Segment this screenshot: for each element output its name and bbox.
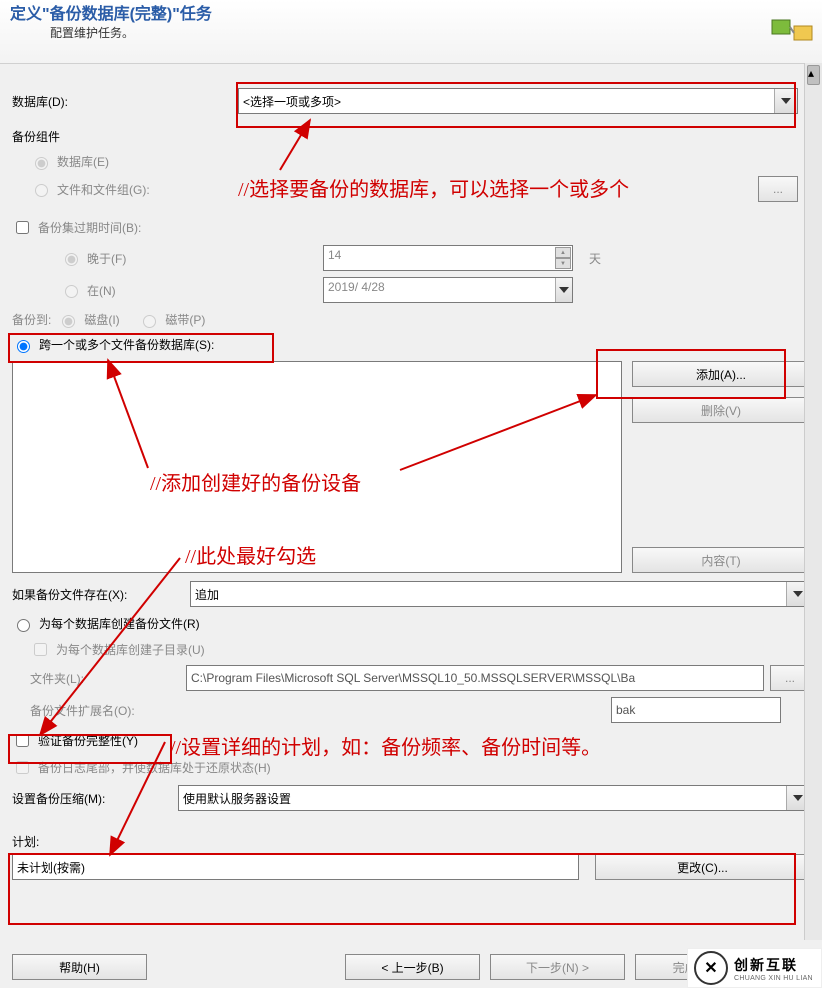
- backup-to-disk-radio: [62, 315, 75, 328]
- next-button: 下一步(N) >: [490, 954, 625, 980]
- ext-field: [611, 697, 781, 723]
- per-db-label: 为每个数据库创建备份文件(R): [39, 615, 200, 632]
- chevron-down-icon: [555, 278, 572, 302]
- component-files-radio: [35, 184, 48, 197]
- brand-text-en: CHUANG XIN HU LIAN: [734, 975, 813, 982]
- component-database-label: 数据库(E): [57, 153, 109, 170]
- per-db-subdir-label: 为每个数据库创建子目录(U): [56, 641, 205, 658]
- contents-button: 内容(T): [632, 547, 810, 573]
- backup-to-disk-label: 磁盘(I): [84, 311, 119, 328]
- brand-text-cn: 创新互联: [734, 955, 813, 975]
- help-button[interactable]: 帮助(H): [12, 954, 147, 980]
- expire-on-date: 2019/ 4/28: [323, 277, 573, 303]
- per-db-subdir-checkbox: [34, 643, 47, 656]
- database-label: 数据库(D):: [12, 93, 232, 110]
- expire-days-field: 14 ▲▼: [323, 245, 573, 271]
- add-button[interactable]: 添加(A)...: [632, 361, 810, 387]
- schedule-field: [12, 854, 579, 880]
- if-exists-select[interactable]: 追加: [190, 581, 810, 607]
- brand-logo-icon: ✕: [694, 951, 728, 985]
- tail-log-checkbox: [16, 761, 29, 774]
- per-db-radio[interactable]: [17, 619, 30, 632]
- back-button[interactable]: < 上一步(B): [345, 954, 480, 980]
- if-exists-label: 如果备份文件存在(X):: [12, 586, 184, 603]
- content-area: 数据库(D): <选择一项或多项> 备份组件 数据库(E) 文件和文件组(G):…: [0, 64, 822, 898]
- wizard-icon: [767, 5, 817, 55]
- page-subtitle: 配置维护任务。: [50, 24, 812, 41]
- change-schedule-button[interactable]: 更改(C)...: [595, 854, 810, 880]
- remove-button: 删除(V): [632, 397, 810, 423]
- verify-checkbox[interactable]: [16, 734, 29, 747]
- expire-on-label: 在(N): [87, 282, 317, 299]
- backup-to-label: 备份到:: [12, 311, 51, 328]
- verify-label: 验证备份完整性(Y): [38, 732, 138, 749]
- backup-component-label: 备份组件: [12, 128, 60, 145]
- ext-label: 备份文件扩展名(O):: [30, 702, 605, 719]
- expire-after-radio: [65, 253, 78, 266]
- across-files-radio[interactable]: [17, 340, 30, 353]
- files-browse-button: ...: [758, 176, 798, 202]
- compression-label: 设置备份压缩(M):: [12, 790, 172, 807]
- backup-files-listbox[interactable]: [12, 361, 622, 573]
- schedule-label: 计划:: [12, 833, 810, 850]
- expiration-label: 备份集过期时间(B):: [38, 219, 141, 236]
- branding-watermark: ✕ 创新互联 CHUANG XIN HU LIAN: [687, 948, 822, 988]
- expire-on-radio: [65, 285, 78, 298]
- across-files-label: 跨一个或多个文件备份数据库(S):: [39, 336, 214, 353]
- backup-to-tape-radio: [143, 315, 156, 328]
- tail-log-label: 备份日志尾部，并使数据库处于还原状态(H): [38, 759, 271, 776]
- expire-after-label: 晚于(F): [87, 250, 317, 267]
- component-files-label: 文件和文件组(G):: [57, 181, 150, 198]
- expire-days-unit: 天: [589, 250, 601, 267]
- expiration-checkbox[interactable]: [16, 221, 29, 234]
- folder-field: [186, 665, 764, 691]
- wizard-header: 定义"备份数据库(完整)"任务 配置维护任务。: [0, 0, 822, 64]
- vertical-scrollbar[interactable]: ▴: [804, 63, 822, 940]
- page-title: 定义"备份数据库(完整)"任务: [10, 0, 812, 24]
- database-select-value: <选择一项或多项>: [243, 93, 341, 110]
- component-database-radio: [35, 157, 48, 170]
- compression-select[interactable]: 使用默认服务器设置: [178, 785, 810, 811]
- scroll-up-icon[interactable]: ▴: [807, 65, 820, 85]
- database-select[interactable]: <选择一项或多项>: [238, 88, 798, 114]
- chevron-down-icon[interactable]: [774, 89, 797, 113]
- backup-to-tape-label: 磁带(P): [165, 311, 205, 328]
- folder-label: 文件夹(L):: [30, 670, 180, 687]
